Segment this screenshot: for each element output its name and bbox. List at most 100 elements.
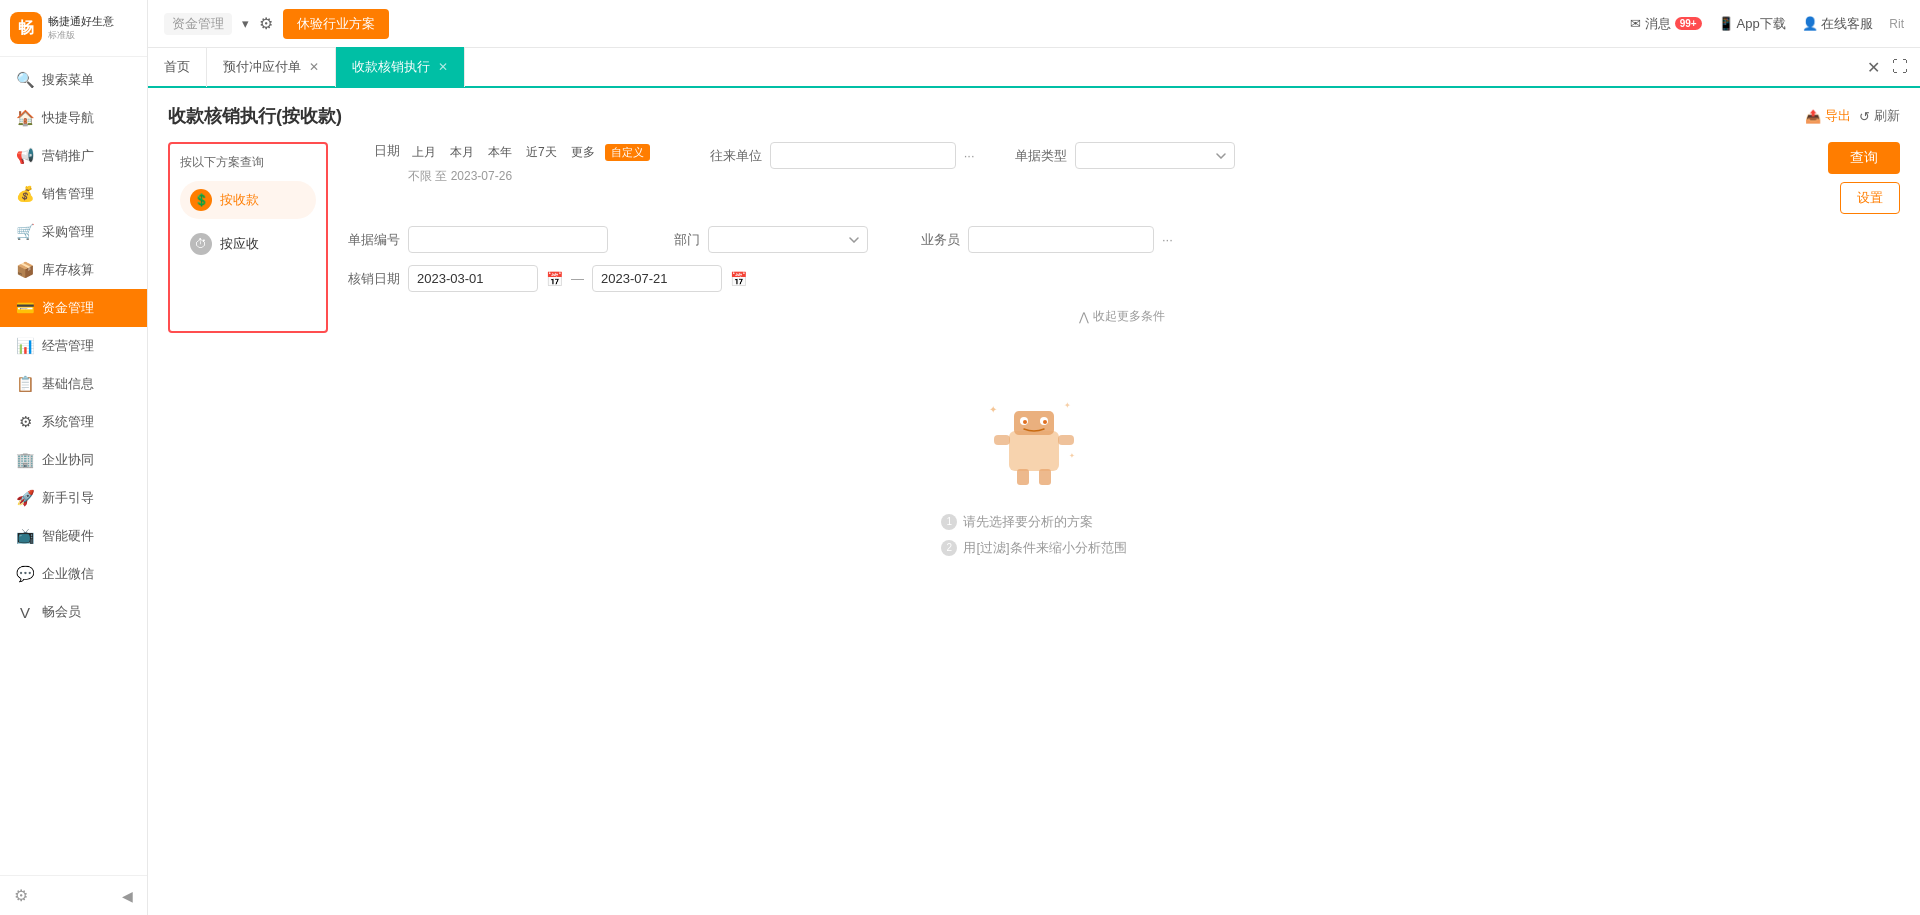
industry-btn[interactable]: 休验行业方案 [283,9,389,39]
doc-type-select[interactable] [1075,142,1235,169]
sidebar-item-marketing[interactable]: 📢营销推广 [0,137,147,175]
inventory-icon: 📦 [16,261,34,279]
page-title-bar: 收款核销执行(按收款) 📤 导出 ↺ 刷新 [168,104,1900,128]
doc-number-input[interactable] [408,226,608,253]
filter-right-panel: 日期 上月 本月 本年 近7天 更多 自定义 不限 至 [344,142,1900,333]
logo-badge: 标准版 [48,29,114,42]
staff-input[interactable] [968,226,1154,253]
tab-close-all-btn[interactable]: ✕ [1863,54,1884,81]
content-area: 收款核销执行(按收款) 📤 导出 ↺ 刷新 按以下方案查询 [148,88,1920,915]
empty-tips: 1 请先选择要分析的方案 2 用[过滤]条件来缩小分析范围 [941,509,1126,561]
last-month-btn[interactable]: 上月 [408,142,440,163]
wechat-icon: 💬 [16,565,34,583]
top-header: 资金管理 ▾ ⚙ 休验行业方案 ✉ 消息 99+ 📱 App下载 👤 在线客服 … [148,0,1920,48]
tab-receipt-verify[interactable]: 收款核销执行 ✕ [336,47,465,87]
tab-close-receipt-verify[interactable]: ✕ [438,60,448,74]
sidebar-item-quick-nav[interactable]: 🏠快捷导航 [0,99,147,137]
option-by-receivable[interactable]: ⏱ 按应收 [180,225,316,263]
scheme-panel-title: 按以下方案查询 [180,154,316,171]
online-service-btn[interactable]: 👤 在线客服 [1802,15,1874,33]
refresh-btn[interactable]: ↺ 刷新 [1859,107,1900,125]
sales-icon: 💰 [16,185,34,203]
filter-wrapper: 按以下方案查询 💲 按收款 ⏱ 按应收 日期 [168,142,1900,333]
option-by-receipt[interactable]: 💲 按收款 [180,181,316,219]
enterprise-icon: 🏢 [16,451,34,469]
tab-prepay[interactable]: 预付冲应付单 ✕ [207,47,336,87]
sidebar-logo: 畅 畅捷通好生意 标准版 [0,0,147,57]
sidebar-item-operations[interactable]: 📊经营管理 [0,327,147,365]
user-info: Rit [1889,17,1904,31]
logo-icon: 畅 [10,12,42,44]
verify-date-end-icon[interactable]: 📅 [730,271,747,287]
this-year-btn[interactable]: 本年 [484,142,516,163]
staff-more-icon[interactable]: ··· [1162,232,1173,247]
export-icon: 📤 [1805,109,1821,124]
sidebar-item-basic[interactable]: 📋基础信息 [0,365,147,403]
sidebar-item-inventory[interactable]: 📦库存核算 [0,251,147,289]
sidebar-item-enterprise[interactable]: 🏢企业协同 [0,441,147,479]
sidebar-item-search[interactable]: 🔍搜索菜单 [0,61,147,99]
tab-bar: 首页 预付冲应付单 ✕ 收款核销执行 ✕ ✕ ⛶ [148,48,1920,88]
newbie-icon: 🚀 [16,489,34,507]
svg-rect-9 [1058,435,1074,445]
empty-illustration: ✦ ✦ ✦ [984,393,1084,493]
settings-btn[interactable]: 设置 [1840,182,1900,214]
query-btn[interactable]: 查询 [1828,142,1900,174]
sidebar-item-finance[interactable]: 💳资金管理 [0,289,147,327]
sidebar-item-member[interactable]: V畅会员 [0,593,147,631]
header-dropdown-icon[interactable]: ▾ [242,16,249,31]
query-scheme-panel: 按以下方案查询 💲 按收款 ⏱ 按应收 [168,142,328,333]
by-receipt-icon: 💲 [190,189,212,211]
sidebar-collapse-icon[interactable]: ◀ [122,888,133,904]
tab-expand-btn[interactable]: ⛶ [1888,54,1912,80]
last-7-days-btn[interactable]: 近7天 [522,142,561,163]
sidebar-nav: 🔍搜索菜单🏠快捷导航📢营销推广💰销售管理🛒采购管理📦库存核算💳资金管理📊经营管理… [0,57,147,875]
message-btn[interactable]: ✉ 消息 99+ [1630,15,1702,33]
svg-rect-6 [1017,469,1029,485]
search-icon: 🔍 [16,71,34,89]
sidebar-item-system[interactable]: ⚙系统管理 [0,403,147,441]
marketing-icon: 📢 [16,147,34,165]
more-dates-btn[interactable]: 更多 [567,142,599,163]
message-badge: 99+ [1675,17,1702,30]
department-select[interactable] [708,226,868,253]
chevron-up-icon: ⋀ [1079,310,1089,324]
export-btn[interactable]: 📤 导出 [1805,107,1851,125]
phone-icon: 📱 [1718,16,1734,31]
svg-text:✦: ✦ [1064,401,1071,410]
tab-home[interactable]: 首页 [148,47,207,87]
date-shortcuts: 上月 本月 本年 近7天 更多 自定义 [408,142,650,163]
svg-point-5 [1043,420,1047,424]
department-label: 部门 [644,231,700,249]
app-download-btn[interactable]: 📱 App下载 [1718,15,1786,33]
collapse-more-btn[interactable]: ⋀ 收起更多条件 [344,300,1900,333]
empty-tip-1: 1 请先选择要分析的方案 [941,509,1126,535]
staff-label: 业务员 [904,231,960,249]
empty-tip-2: 2 用[过滤]条件来缩小分析范围 [941,535,1126,561]
verify-date-start-icon[interactable]: 📅 [546,271,563,287]
svg-text:✦: ✦ [989,404,997,415]
this-month-btn[interactable]: 本月 [446,142,478,163]
date-no-limit: 不限 至 2023-07-26 [408,168,650,185]
header-gear-icon[interactable]: ⚙ [259,14,273,33]
sidebar-item-newbie[interactable]: 🚀新手引导 [0,479,147,517]
svg-rect-0 [1009,431,1059,471]
sidebar-item-hardware[interactable]: 📺智能硬件 [0,517,147,555]
sidebar-item-purchase[interactable]: 🛒采购管理 [0,213,147,251]
page-title: 收款核销执行(按收款) [168,104,342,128]
refresh-icon: ↺ [1859,109,1870,124]
svg-point-4 [1023,420,1027,424]
settings-icon[interactable]: ⚙ [14,886,28,905]
basic-icon: 📋 [16,375,34,393]
sidebar-item-sales[interactable]: 💰销售管理 [0,175,147,213]
operations-icon: 📊 [16,337,34,355]
counterparty-more-icon[interactable]: ··· [964,148,975,163]
verify-date-start[interactable] [408,265,538,292]
verify-date-end[interactable] [592,265,722,292]
empty-state: ✦ ✦ ✦ 1 请先选择要分析的方案 2 用[过滤]条件来缩小分析范围 [168,333,1900,621]
custom-date-badge[interactable]: 自定义 [605,144,650,161]
tab-close-prepay[interactable]: ✕ [309,60,319,74]
sidebar-bottom: ⚙ ◀ [0,875,147,915]
sidebar-item-wechat[interactable]: 💬企业微信 [0,555,147,593]
counterparty-input[interactable] [770,142,956,169]
